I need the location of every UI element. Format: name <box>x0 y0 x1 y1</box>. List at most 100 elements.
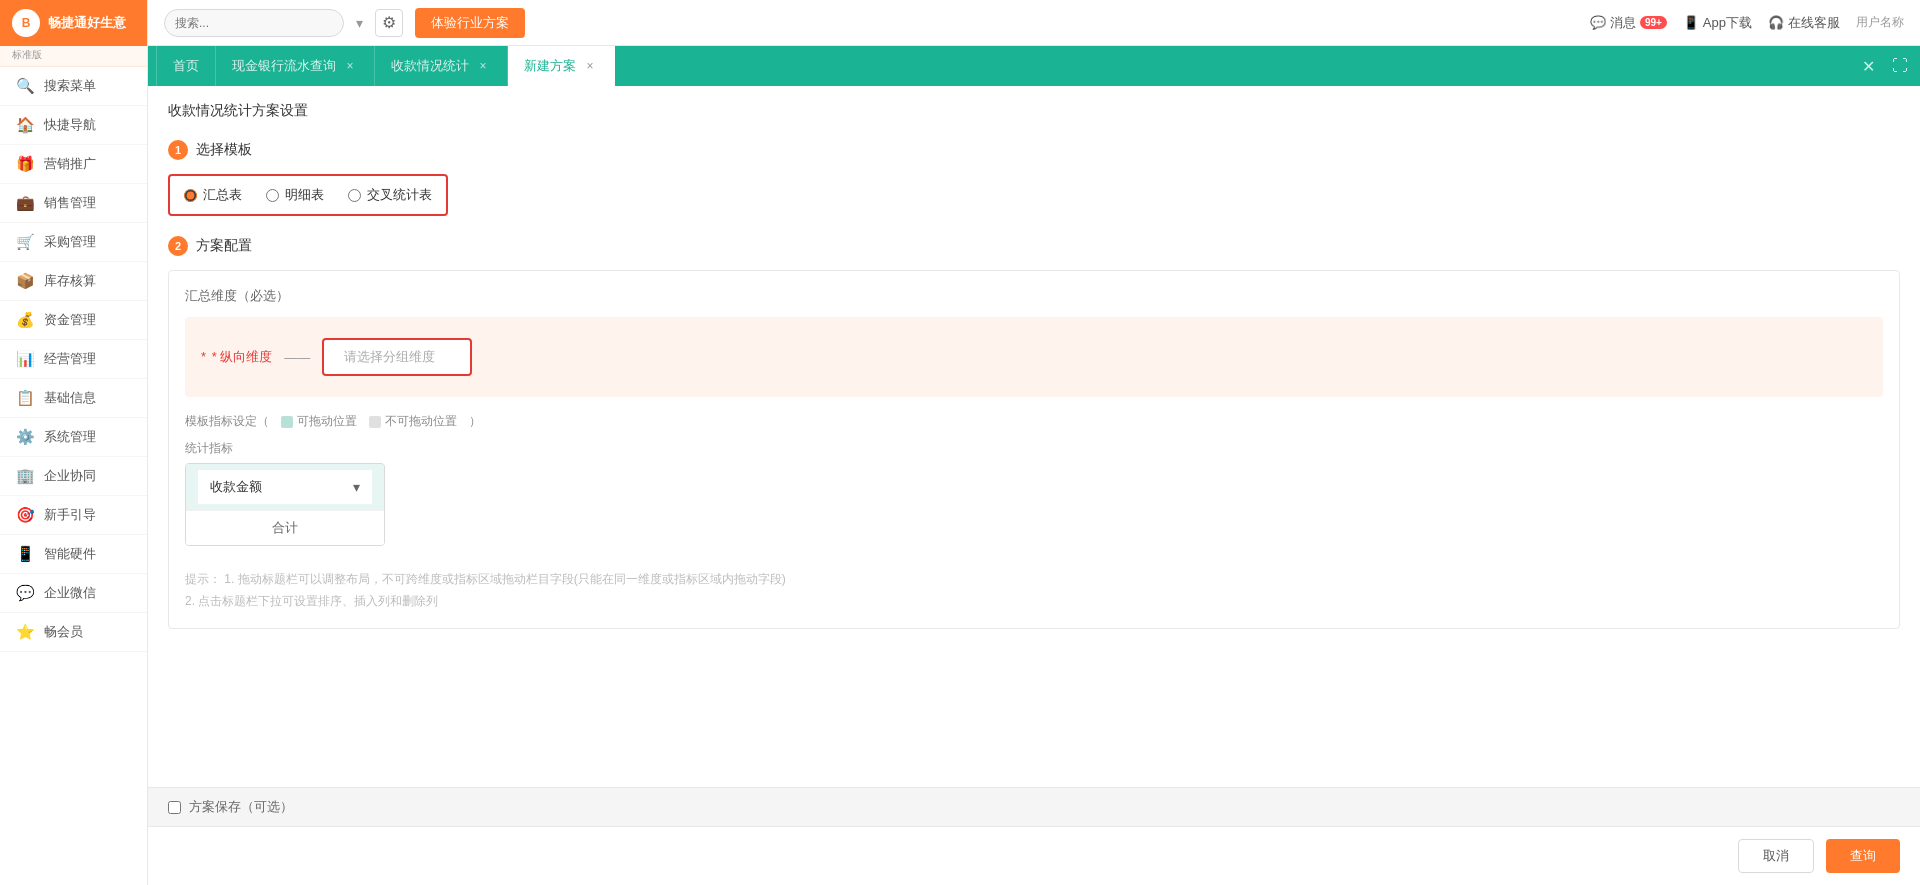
cancel-button[interactable]: 取消 <box>1738 839 1814 873</box>
search-input[interactable] <box>164 9 344 37</box>
tab-new-plan[interactable]: 新建方案 × <box>508 46 615 86</box>
tab-bank-flow[interactable]: 现金银行流水查询 × <box>216 46 375 86</box>
sidebar-item-label: 资金管理 <box>44 311 96 329</box>
required-star: * <box>201 349 206 364</box>
option-detail[interactable]: 明细表 <box>266 186 324 204</box>
stats-col-header: 收款金额 ▾ <box>186 464 384 510</box>
step1-header: 1 选择模板 <box>168 140 1900 160</box>
save-plan-checkbox[interactable] <box>168 801 181 814</box>
finance-icon: 💰 <box>16 311 34 329</box>
vertical-dim-label: * * 纵向维度 <box>201 348 272 366</box>
sidebar-item-search-menu[interactable]: 🔍 搜索菜单 <box>0 67 147 106</box>
sidebar-item-quick-nav[interactable]: 🏠 快捷导航 <box>0 106 147 145</box>
sidebar-item-inventory[interactable]: 📦 库存核算 <box>0 262 147 301</box>
sidebar-item-sales[interactable]: 💼 销售管理 <box>0 184 147 223</box>
service-item[interactable]: 🎧 在线客服 <box>1768 14 1840 32</box>
stats-col-label: 收款金额 <box>210 478 262 496</box>
tab-receipts[interactable]: 收款情况统计 × <box>375 46 508 86</box>
option-cross-label: 交叉统计表 <box>367 186 432 204</box>
download-icon: 📱 <box>1683 15 1699 30</box>
metrics-legend: 模板指标设定（ 可拖动位置 不可拖动位置 ） <box>185 413 1883 430</box>
tab-bank-flow-close-icon[interactable]: × <box>342 58 358 74</box>
enterprise-icon: 🏢 <box>16 467 34 485</box>
page-footer: 方案保存（可选） <box>148 787 1920 826</box>
step1-section: 1 选择模板 汇总表 明细表 交叉统计表 <box>168 140 1900 216</box>
group-dimension-selector[interactable]: 请选择分组维度 <box>322 338 472 376</box>
sidebar-item-member[interactable]: ⭐ 畅会员 <box>0 613 147 652</box>
page-content: 收款情况统计方案设置 1 选择模板 汇总表 明细表 <box>148 86 1920 826</box>
dimension-section-label: 汇总维度（必选） <box>185 287 1883 305</box>
dropdown-arrow-icon[interactable]: ▾ <box>356 15 363 31</box>
stats-row: 合计 <box>186 510 384 545</box>
settings-gear-icon[interactable]: ⚙ <box>375 9 403 37</box>
hint-2: 2. 点击标题栏下拉可设置排序、插入列和删除列 <box>185 591 1883 613</box>
sidebar-item-label: 快捷导航 <box>44 116 96 134</box>
main-area: ▾ ⚙ 体验行业方案 💬 消息 99+ 📱 App下载 🎧 在线客服 用户名称 … <box>148 0 1920 885</box>
tabbar-controls: ✕ ⛶ <box>1856 54 1912 78</box>
option-detail-label: 明细表 <box>285 186 324 204</box>
tabbar: 首页 现金银行流水查询 × 收款情况统计 × 新建方案 × ✕ ⛶ <box>148 46 1920 86</box>
message-item[interactable]: 💬 消息 99+ <box>1590 14 1667 32</box>
sidebar-item-purchase[interactable]: 🛒 采购管理 <box>0 223 147 262</box>
service-label: 在线客服 <box>1788 14 1840 32</box>
sidebar-item-enterprise[interactable]: 🏢 企业协同 <box>0 457 147 496</box>
tab-receipts-close-icon[interactable]: × <box>475 58 491 74</box>
radio-summary[interactable] <box>184 189 197 202</box>
stats-section-label: 统计指标 <box>185 440 385 457</box>
tab-new-plan-close-icon[interactable]: × <box>582 58 598 74</box>
non-draggable-dot <box>369 416 381 428</box>
hardware-icon: 📱 <box>16 545 34 563</box>
sidebar: B 畅捷通好生意 标准版 🔍 搜索菜单 🏠 快捷导航 🎁 营销推广 💼 销售管理… <box>0 0 148 885</box>
message-label: 消息 <box>1610 14 1636 32</box>
metrics-section: 模板指标设定（ 可拖动位置 不可拖动位置 ） <box>185 413 1883 549</box>
tab-receipts-label: 收款情况统计 <box>391 57 469 75</box>
sidebar-item-finance[interactable]: 💰 资金管理 <box>0 301 147 340</box>
stats-table: 收款金额 ▾ 合计 <box>185 463 385 546</box>
radio-cross[interactable] <box>348 189 361 202</box>
sidebar-item-operation[interactable]: 📊 经营管理 <box>0 340 147 379</box>
maximize-icon[interactable]: ⛶ <box>1888 54 1912 78</box>
sidebar-logo: B 畅捷通好生意 <box>0 0 147 46</box>
message-badge: 99+ <box>1640 16 1667 29</box>
sidebar-item-system[interactable]: ⚙️ 系统管理 <box>0 418 147 457</box>
trial-button[interactable]: 体验行业方案 <box>415 8 525 38</box>
purchase-icon: 🛒 <box>16 233 34 251</box>
sales-icon: 💼 <box>16 194 34 212</box>
arrow-icon: —— <box>284 350 310 365</box>
dimension-area: * * 纵向维度 —— 请选择分组维度 <box>185 317 1883 397</box>
download-label: App下载 <box>1703 14 1752 32</box>
sidebar-item-guide[interactable]: 🎯 新手引导 <box>0 496 147 535</box>
message-icon: 💬 <box>1590 15 1606 30</box>
step2-title: 方案配置 <box>196 237 252 255</box>
non-draggable-label: 不可拖动位置 <box>385 413 457 430</box>
stats-col-dropdown-icon[interactable]: ▾ <box>353 479 360 495</box>
edition-label: 标准版 <box>0 46 147 67</box>
non-draggable-tag: 不可拖动位置 <box>369 413 457 430</box>
sidebar-item-marketing[interactable]: 🎁 营销推广 <box>0 145 147 184</box>
step2-header: 2 方案配置 <box>168 236 1900 256</box>
step2-section: 2 方案配置 汇总维度（必选） * * 纵向维度 —— 请选择分组维度 <box>168 236 1900 629</box>
vertical-label-text: * 纵向维度 <box>212 349 273 364</box>
query-button[interactable]: 查询 <box>1826 839 1900 873</box>
content-inner: 收款情况统计方案设置 1 选择模板 汇总表 明细表 <box>148 86 1920 787</box>
sidebar-item-label: 采购管理 <box>44 233 96 251</box>
option-summary[interactable]: 汇总表 <box>184 186 242 204</box>
hint-1: 提示： 1. 拖动标题栏可以调整布局，不可跨维度或指标区域拖动栏目字段(只能在同… <box>185 569 1883 591</box>
sidebar-item-label: 搜索菜单 <box>44 77 96 95</box>
tab-home[interactable]: 首页 <box>156 46 216 86</box>
sidebar-item-basic-info[interactable]: 📋 基础信息 <box>0 379 147 418</box>
tab-bank-flow-label: 现金银行流水查询 <box>232 57 336 75</box>
home-icon: 🏠 <box>16 116 34 134</box>
radio-detail[interactable] <box>266 189 279 202</box>
sidebar-item-label: 销售管理 <box>44 194 96 212</box>
sidebar-item-wechat[interactable]: 💬 企业微信 <box>0 574 147 613</box>
sidebar-item-label: 基础信息 <box>44 389 96 407</box>
topbar-right: 💬 消息 99+ 📱 App下载 🎧 在线客服 用户名称 <box>1590 14 1904 32</box>
draggable-tag: 可拖动位置 <box>281 413 357 430</box>
close-window-icon[interactable]: ✕ <box>1856 54 1880 78</box>
stats-col-cell[interactable]: 收款金额 ▾ <box>198 470 372 504</box>
option-cross[interactable]: 交叉统计表 <box>348 186 432 204</box>
sidebar-item-hardware[interactable]: 📱 智能硬件 <box>0 535 147 574</box>
download-item[interactable]: 📱 App下载 <box>1683 14 1752 32</box>
inventory-icon: 📦 <box>16 272 34 290</box>
